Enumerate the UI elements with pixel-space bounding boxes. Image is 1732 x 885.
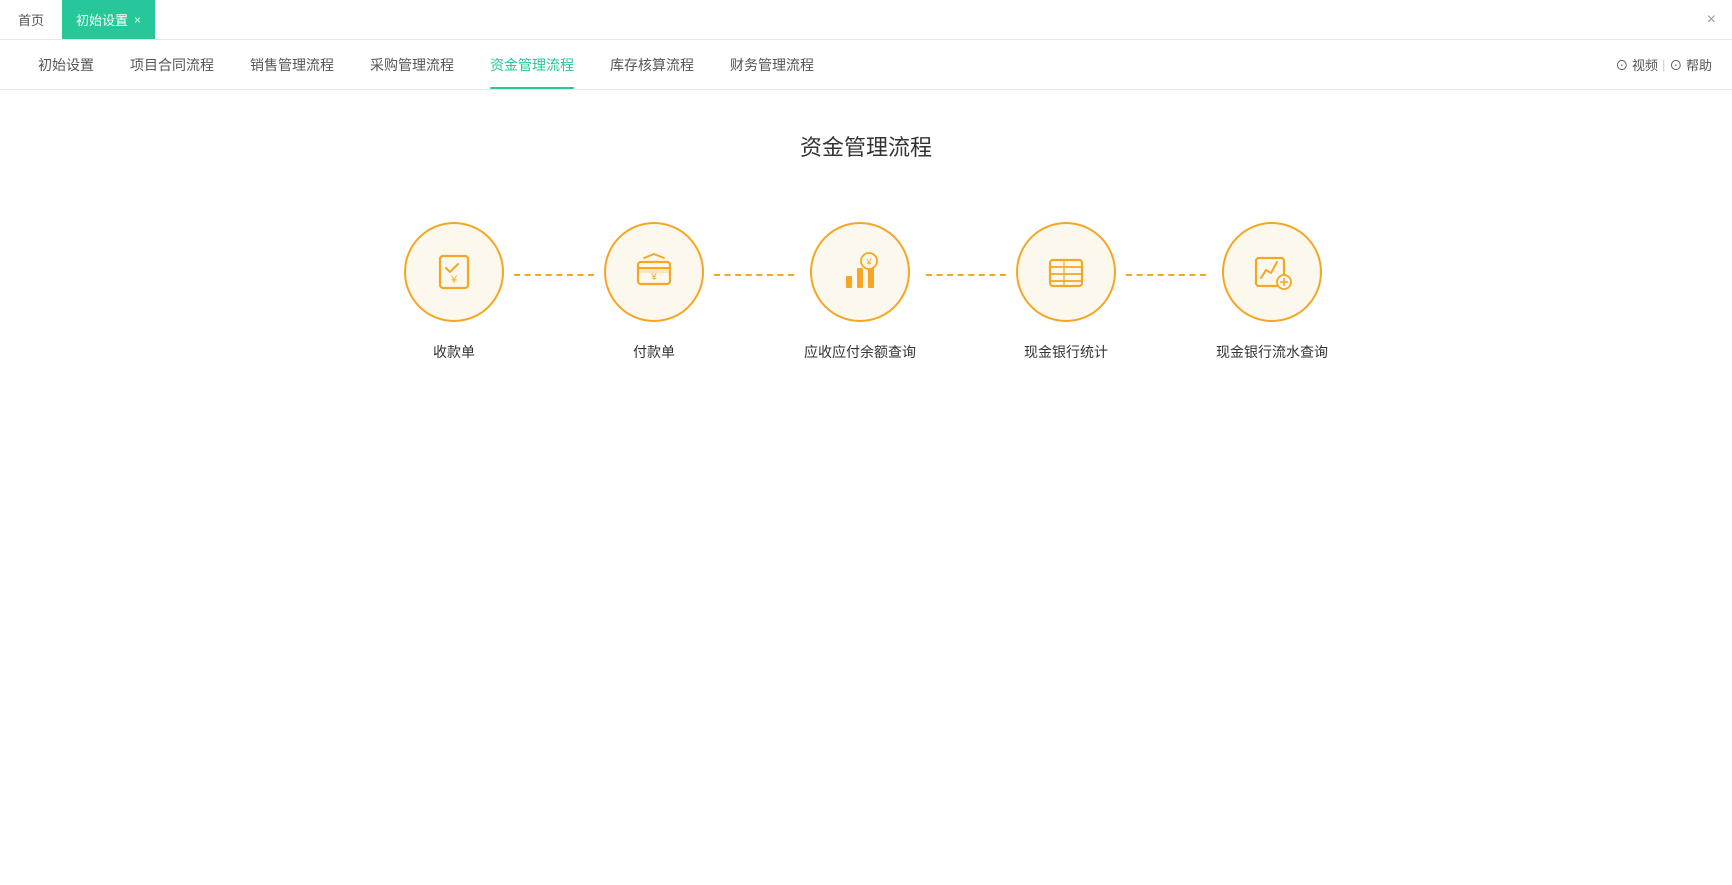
nav-item-project-contract[interactable]: 项目合同流程: [112, 40, 232, 89]
cash-bank-stat-icon: [1042, 248, 1090, 296]
nav-bar-right: ⊙ 视频 | ⊙ 帮助: [1615, 55, 1712, 74]
help-link[interactable]: ⊙ 帮助: [1669, 55, 1712, 74]
main-content: 资金管理流程 ¥ 收款单 ¥: [0, 90, 1732, 885]
page-title: 资金管理流程: [20, 130, 1712, 162]
top-bar-right: ×: [1707, 11, 1732, 29]
flow-item-payment[interactable]: ¥ 付款单: [604, 222, 704, 362]
dashed-line-2: [714, 274, 794, 276]
payment-icon-circle: ¥: [604, 222, 704, 322]
svg-text:¥: ¥: [450, 274, 458, 286]
close-tab-button[interactable]: ×: [134, 13, 141, 27]
close-window-button[interactable]: ×: [1707, 11, 1716, 29]
nav-bar: 初始设置 项目合同流程 销售管理流程 采购管理流程 资金管理流程 库存核算流程 …: [0, 40, 1732, 90]
cash-bank-stat-icon-circle: [1016, 222, 1116, 322]
receipt-label: 收款单: [433, 342, 475, 362]
dashed-line-4: [1126, 274, 1206, 276]
connector-3: [916, 274, 1016, 276]
dashed-line-1: [514, 274, 594, 276]
payment-label: 付款单: [633, 342, 675, 362]
receipt-icon: ¥: [430, 248, 478, 296]
home-label: 首页: [18, 10, 44, 29]
flow-item-receipt[interactable]: ¥ 收款单: [404, 222, 504, 362]
svg-text:¥: ¥: [650, 272, 657, 283]
dashed-line-3: [926, 274, 1006, 276]
ar-ap-balance-icon: ¥: [836, 248, 884, 296]
cash-bank-flow-icon: [1248, 248, 1296, 296]
connector-2: [704, 274, 804, 276]
cash-bank-flow-label: 现金银行流水查询: [1216, 342, 1328, 362]
nav-right-divider: |: [1662, 57, 1665, 72]
nav-item-initial-setup[interactable]: 初始设置: [20, 40, 112, 89]
flow-item-cash-bank-flow[interactable]: 现金银行流水查询: [1216, 222, 1328, 362]
video-link[interactable]: ⊙ 视频: [1615, 55, 1658, 74]
ar-ap-balance-icon-circle: ¥: [810, 222, 910, 322]
flow-item-cash-bank-stat[interactable]: 现金银行统计: [1016, 222, 1116, 362]
flow-item-ar-ap-balance[interactable]: ¥ 应收应付余额查询: [804, 222, 916, 362]
connector-4: [1116, 274, 1216, 276]
top-bar: 首页 初始设置 × ×: [0, 0, 1732, 40]
nav-item-fund-management[interactable]: 资金管理流程: [472, 40, 592, 89]
flow-row: ¥ 收款单 ¥ 付款单: [20, 222, 1712, 362]
active-tab[interactable]: 初始设置 ×: [62, 0, 155, 39]
nav-item-finance-management[interactable]: 财务管理流程: [712, 40, 832, 89]
nav-item-sales-management[interactable]: 销售管理流程: [232, 40, 352, 89]
ar-ap-balance-label: 应收应付余额查询: [804, 342, 916, 362]
cash-bank-stat-label: 现金银行统计: [1024, 342, 1108, 362]
payment-icon: ¥: [630, 248, 678, 296]
svg-text:¥: ¥: [865, 257, 872, 267]
receipt-icon-circle: ¥: [404, 222, 504, 322]
active-tab-label: 初始设置: [76, 10, 128, 29]
nav-item-purchase-management[interactable]: 采购管理流程: [352, 40, 472, 89]
home-tab[interactable]: 首页: [0, 0, 62, 39]
nav-item-inventory-accounting[interactable]: 库存核算流程: [592, 40, 712, 89]
cash-bank-flow-icon-circle: [1222, 222, 1322, 322]
connector-1: [504, 274, 604, 276]
